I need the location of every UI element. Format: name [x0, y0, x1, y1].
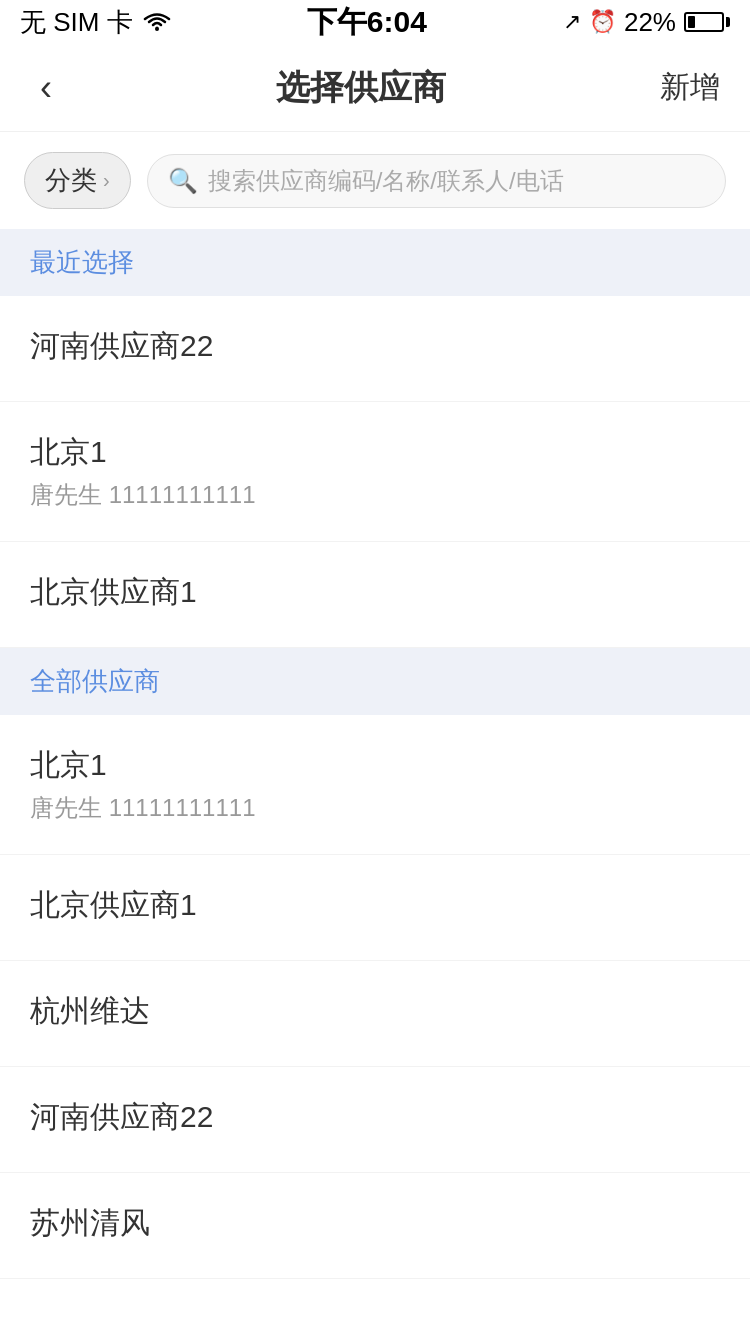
- search-icon: 🔍: [168, 167, 198, 195]
- search-placeholder: 搜索供应商编码/名称/联系人/电话: [208, 165, 564, 197]
- alarm-icon: ⏰: [589, 9, 616, 35]
- status-time: 下午6:04: [307, 2, 427, 43]
- status-right: ↗ ⏰ 22%: [563, 7, 730, 38]
- list-item[interactable]: 苏州清风: [0, 1173, 750, 1279]
- list-item[interactable]: 河南供应商22: [0, 296, 750, 402]
- battery-percent: 22%: [624, 7, 676, 38]
- status-left: 无 SIM 卡: [20, 5, 171, 40]
- list-item[interactable]: 北京供应商1: [0, 855, 750, 961]
- category-filter-button[interactable]: 分类 ›: [24, 152, 131, 209]
- page-title: 选择供应商: [276, 65, 446, 111]
- all-items-list: 北京1 唐先生 11111111111 北京供应商1 杭州维达 河南供应商22 …: [0, 715, 750, 1279]
- list-item[interactable]: 河南供应商22: [0, 1067, 750, 1173]
- svg-point-0: [155, 27, 159, 31]
- battery-icon: [684, 12, 730, 32]
- list-item[interactable]: 北京供应商1: [0, 542, 750, 648]
- item-sub: 唐先生 11111111111: [30, 792, 720, 824]
- item-name: 北京1: [30, 745, 720, 786]
- item-name: 北京供应商1: [30, 572, 720, 613]
- filter-bar: 分类 › 🔍 搜索供应商编码/名称/联系人/电话: [0, 132, 750, 229]
- item-name: 北京供应商1: [30, 885, 720, 926]
- item-name: 北京1: [30, 432, 720, 473]
- location-icon: ↗: [563, 9, 581, 35]
- status-bar: 无 SIM 卡 下午6:04 ↗ ⏰ 22%: [0, 0, 750, 44]
- all-section-header: 全部供应商: [0, 648, 750, 715]
- search-box[interactable]: 🔍 搜索供应商编码/名称/联系人/电话: [147, 154, 726, 208]
- nav-bar: ‹ 选择供应商 新增: [0, 44, 750, 132]
- item-name: 河南供应商22: [30, 326, 720, 367]
- wifi-icon: [143, 12, 171, 32]
- category-label: 分类: [45, 163, 97, 198]
- list-item[interactable]: 北京1 唐先生 11111111111: [0, 402, 750, 542]
- item-name: 河南供应商22: [30, 1097, 720, 1138]
- item-sub: 唐先生 11111111111: [30, 479, 720, 511]
- sim-status: 无 SIM 卡: [20, 5, 133, 40]
- item-name: 杭州维达: [30, 991, 720, 1032]
- chevron-right-icon: ›: [103, 169, 110, 192]
- back-button[interactable]: ‹: [30, 57, 62, 119]
- recent-section-header: 最近选择: [0, 229, 750, 296]
- item-name: 苏州清风: [30, 1203, 720, 1244]
- list-item[interactable]: 北京1 唐先生 11111111111: [0, 715, 750, 855]
- add-button[interactable]: 新增: [660, 67, 720, 108]
- list-item[interactable]: 杭州维达: [0, 961, 750, 1067]
- recent-items-list: 河南供应商22 北京1 唐先生 11111111111 北京供应商1: [0, 296, 750, 648]
